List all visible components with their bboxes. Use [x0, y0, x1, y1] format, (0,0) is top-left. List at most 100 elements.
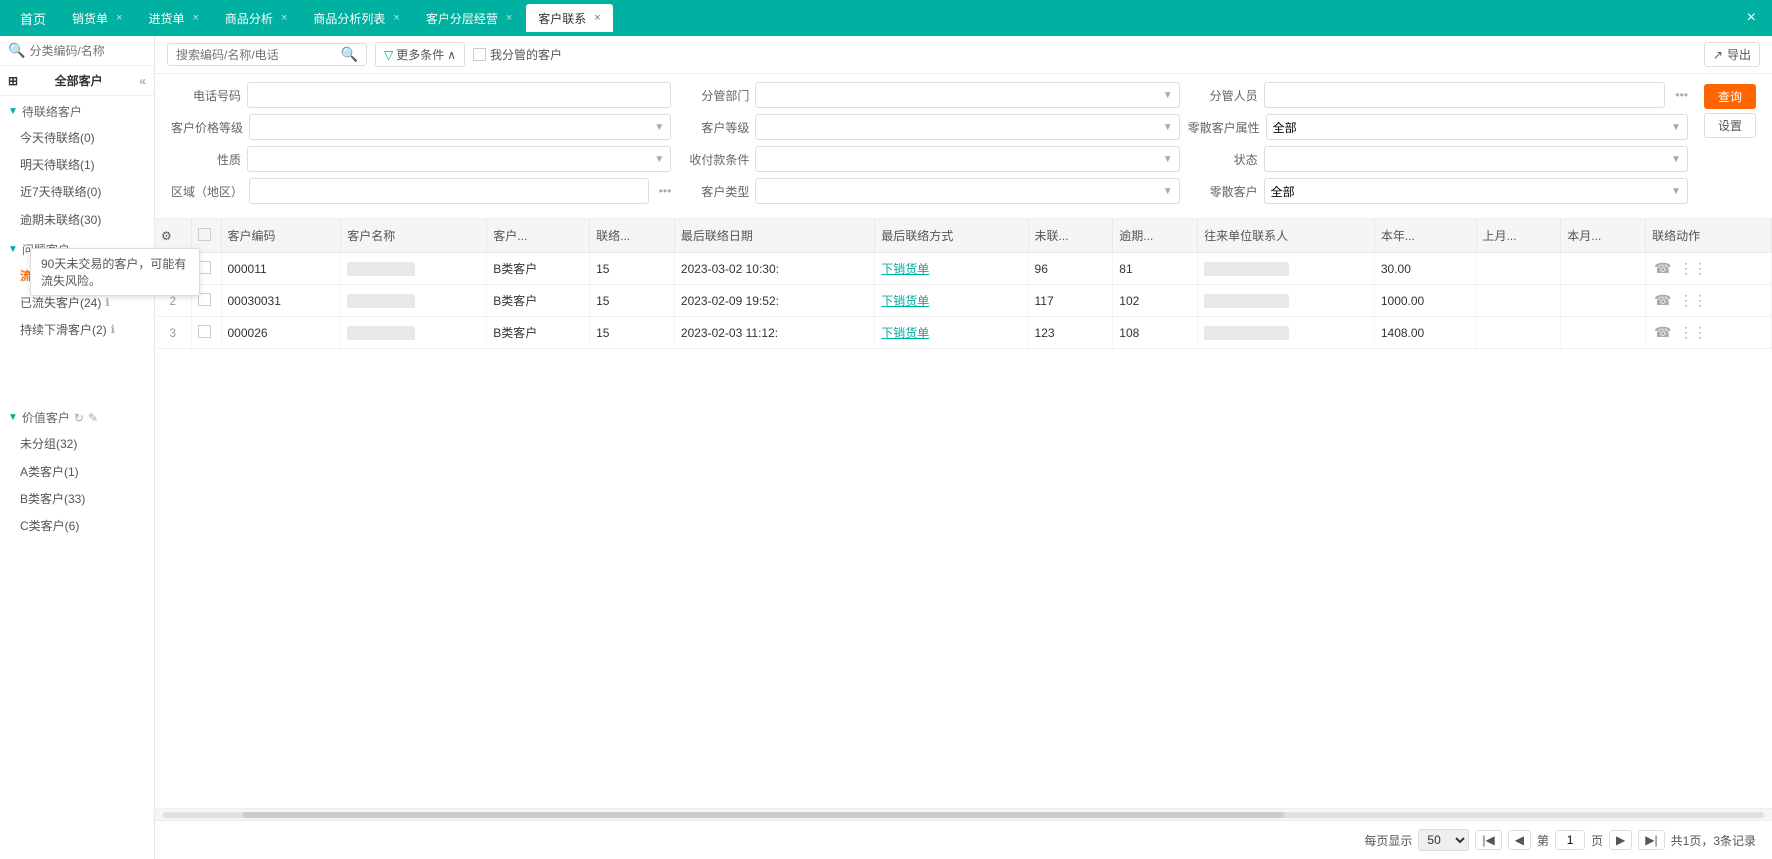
search-input[interactable] [176, 48, 341, 62]
phone-label: 电话号码 [171, 87, 241, 104]
nav-tab-customer-segment[interactable]: 客户分层经营 × [414, 4, 524, 32]
nav-home[interactable]: 首页 [8, 9, 58, 28]
export-button[interactable]: ↗ 导出 [1704, 42, 1760, 67]
more-action-icon[interactable]: ⋮⋮ [1679, 260, 1707, 276]
my-customers-checkbox[interactable]: 我分管的客户 [473, 46, 562, 63]
nav-tab-analysis-list[interactable]: 商品分析列表 × [301, 4, 411, 32]
customer-type-select[interactable]: ▼ [755, 178, 1179, 204]
contact-icon[interactable]: ☎ [1654, 324, 1671, 340]
last-page-button[interactable]: ▶| [1638, 830, 1664, 850]
row-action[interactable]: ☎ ⋮⋮ [1646, 285, 1772, 317]
collapse-icon[interactable]: « [139, 74, 146, 88]
close-tab-icon[interactable]: × [506, 12, 512, 24]
row-checkbox[interactable] [191, 317, 221, 349]
row-code: 00030031 [221, 285, 341, 317]
close-tab-icon[interactable]: × [281, 12, 287, 24]
filter-dept: 分管部门 ▼ [679, 82, 1179, 108]
sidebar-item-ungrouped[interactable]: 未分组(32) [0, 431, 154, 458]
dept-select[interactable]: ▼ [755, 82, 1179, 108]
row-last-month [1476, 317, 1561, 349]
nav-tab-purchase[interactable]: 进货单 × [136, 4, 210, 32]
region-label: 区域（地区） [171, 183, 243, 200]
row-overdue: 102 [1113, 285, 1198, 317]
col-last-month: 上月... [1476, 219, 1561, 253]
row-action[interactable]: ☎ ⋮⋮ [1646, 253, 1772, 285]
sidebar-item-7days[interactable]: 近7天待联络(0) [0, 179, 154, 206]
first-page-button[interactable]: |◀ [1475, 830, 1501, 850]
row-last-method[interactable]: 下销货单 [875, 317, 1028, 349]
value-section-title[interactable]: ▼ 价值客户 ↻ ✎ [0, 404, 154, 431]
price-grade-select[interactable]: ▼ [249, 114, 671, 140]
sidebar-item-tomorrow[interactable]: 明天待联络(1) [0, 152, 154, 179]
lingkuan-select[interactable]: 全部 ▼ [1264, 178, 1688, 204]
nav-tab-sales[interactable]: 销货单 × [60, 4, 134, 32]
page-input[interactable]: 1 [1555, 830, 1585, 850]
nature-select[interactable]: ▼ [247, 146, 671, 172]
filter-price-grade: 客户价格等级 ▼ [171, 114, 671, 140]
horizontal-scrollbar[interactable] [155, 808, 1772, 820]
caret-down-icon: ▼ [1671, 154, 1681, 165]
prev-page-button[interactable]: ◀ [1508, 830, 1531, 850]
phone-input[interactable] [247, 82, 671, 108]
row-action[interactable]: ☎ ⋮⋮ [1646, 317, 1772, 349]
manager-select[interactable] [1264, 82, 1666, 108]
nav-tab-analysis[interactable]: 商品分析 × [213, 4, 299, 32]
customer-grade-select[interactable]: ▼ [755, 114, 1179, 140]
search-box: 🔍 [167, 43, 367, 66]
region-select[interactable] [249, 178, 649, 204]
row-last-method[interactable]: 下销货单 [875, 253, 1028, 285]
col-action: 联络动作 [1646, 219, 1772, 253]
nature-label: 性质 [171, 151, 241, 168]
close-tab-icon[interactable]: × [594, 12, 600, 24]
nav-tab-customer-contact[interactable]: 客户联系 × [526, 4, 612, 32]
sidebar-item-declining[interactable]: 持续下滑客户(2) ℹ [0, 317, 154, 344]
header-checkbox[interactable] [198, 228, 211, 241]
window-close-icon[interactable]: × [1739, 9, 1764, 27]
status-select[interactable]: ▼ [1264, 146, 1688, 172]
close-tab-icon[interactable]: × [192, 12, 198, 24]
all-customers-item[interactable]: ⊞ 全部客户 « [0, 66, 154, 96]
scroll-thumb[interactable] [243, 812, 1284, 818]
customer-grade-label: 客户等级 [679, 119, 749, 136]
sidebar-item-class-a[interactable]: A类客户(1) [0, 459, 154, 486]
lingkuan-attr-select[interactable]: 全部 ▼ [1266, 114, 1688, 140]
refresh-icon[interactable]: ↻ [74, 411, 84, 425]
more-dots-icon[interactable]: ••• [1675, 88, 1688, 102]
sidebar-item-class-c[interactable]: C类客户(6) [0, 513, 154, 540]
search-icon: 🔍 [8, 42, 25, 59]
price-grade-label: 客户价格等级 [171, 119, 243, 136]
settings-icon[interactable]: ⚙ [161, 229, 172, 243]
more-action-icon[interactable]: ⋮⋮ [1679, 292, 1707, 308]
row-overdue: 81 [1113, 253, 1198, 285]
contact-icon[interactable]: ☎ [1654, 260, 1671, 276]
edit-icon[interactable]: ✎ [88, 411, 98, 425]
caret-down-icon: ▼ [1671, 122, 1681, 133]
close-tab-icon[interactable]: × [116, 12, 122, 24]
contact-icon[interactable]: ☎ [1654, 292, 1671, 308]
table-row: 1 000011 ████████ B类客户 15 2023-03-02 10:… [155, 253, 1772, 285]
next-page-button[interactable]: ▶ [1609, 830, 1632, 850]
search-button[interactable]: 🔍 [341, 46, 358, 63]
info-icon: ℹ [105, 295, 109, 313]
sidebar-item-class-b[interactable]: B类客户(33) [0, 486, 154, 513]
row-not-contacted: 117 [1028, 285, 1113, 317]
pending-section-title[interactable]: ▼ 待联络客户 [0, 98, 154, 125]
payment-select[interactable]: ▼ [755, 146, 1179, 172]
sidebar-item-overdue[interactable]: 逾期未联络(30) [0, 207, 154, 234]
setting-button[interactable]: 设置 [1704, 113, 1756, 138]
close-tab-icon[interactable]: × [393, 12, 399, 24]
more-action-icon[interactable]: ⋮⋮ [1679, 324, 1707, 340]
main-layout: 🔍 ⊞ 全部客户 « ▼ 待联络客户 今天待联络(0) 明天待联络(1) 近7天… [0, 36, 1772, 859]
sidebar-search-input[interactable] [29, 44, 155, 58]
checkbox-icon[interactable] [473, 48, 486, 61]
more-dots-icon[interactable]: ••• [659, 184, 672, 198]
row-last-month [1476, 253, 1561, 285]
per-page-select[interactable]: 50 100 [1418, 829, 1469, 851]
caret-down-icon: ▼ [654, 122, 664, 133]
sidebar-item-today[interactable]: 今天待联络(0) [0, 125, 154, 152]
filter-customer-grade: 客户等级 ▼ [679, 114, 1179, 140]
more-conditions-button[interactable]: ▽ 更多条件 ∧ [375, 42, 465, 67]
row-last-method[interactable]: 下销货单 [875, 285, 1028, 317]
query-button[interactable]: 查询 [1704, 84, 1756, 109]
scroll-track[interactable] [163, 812, 1764, 818]
